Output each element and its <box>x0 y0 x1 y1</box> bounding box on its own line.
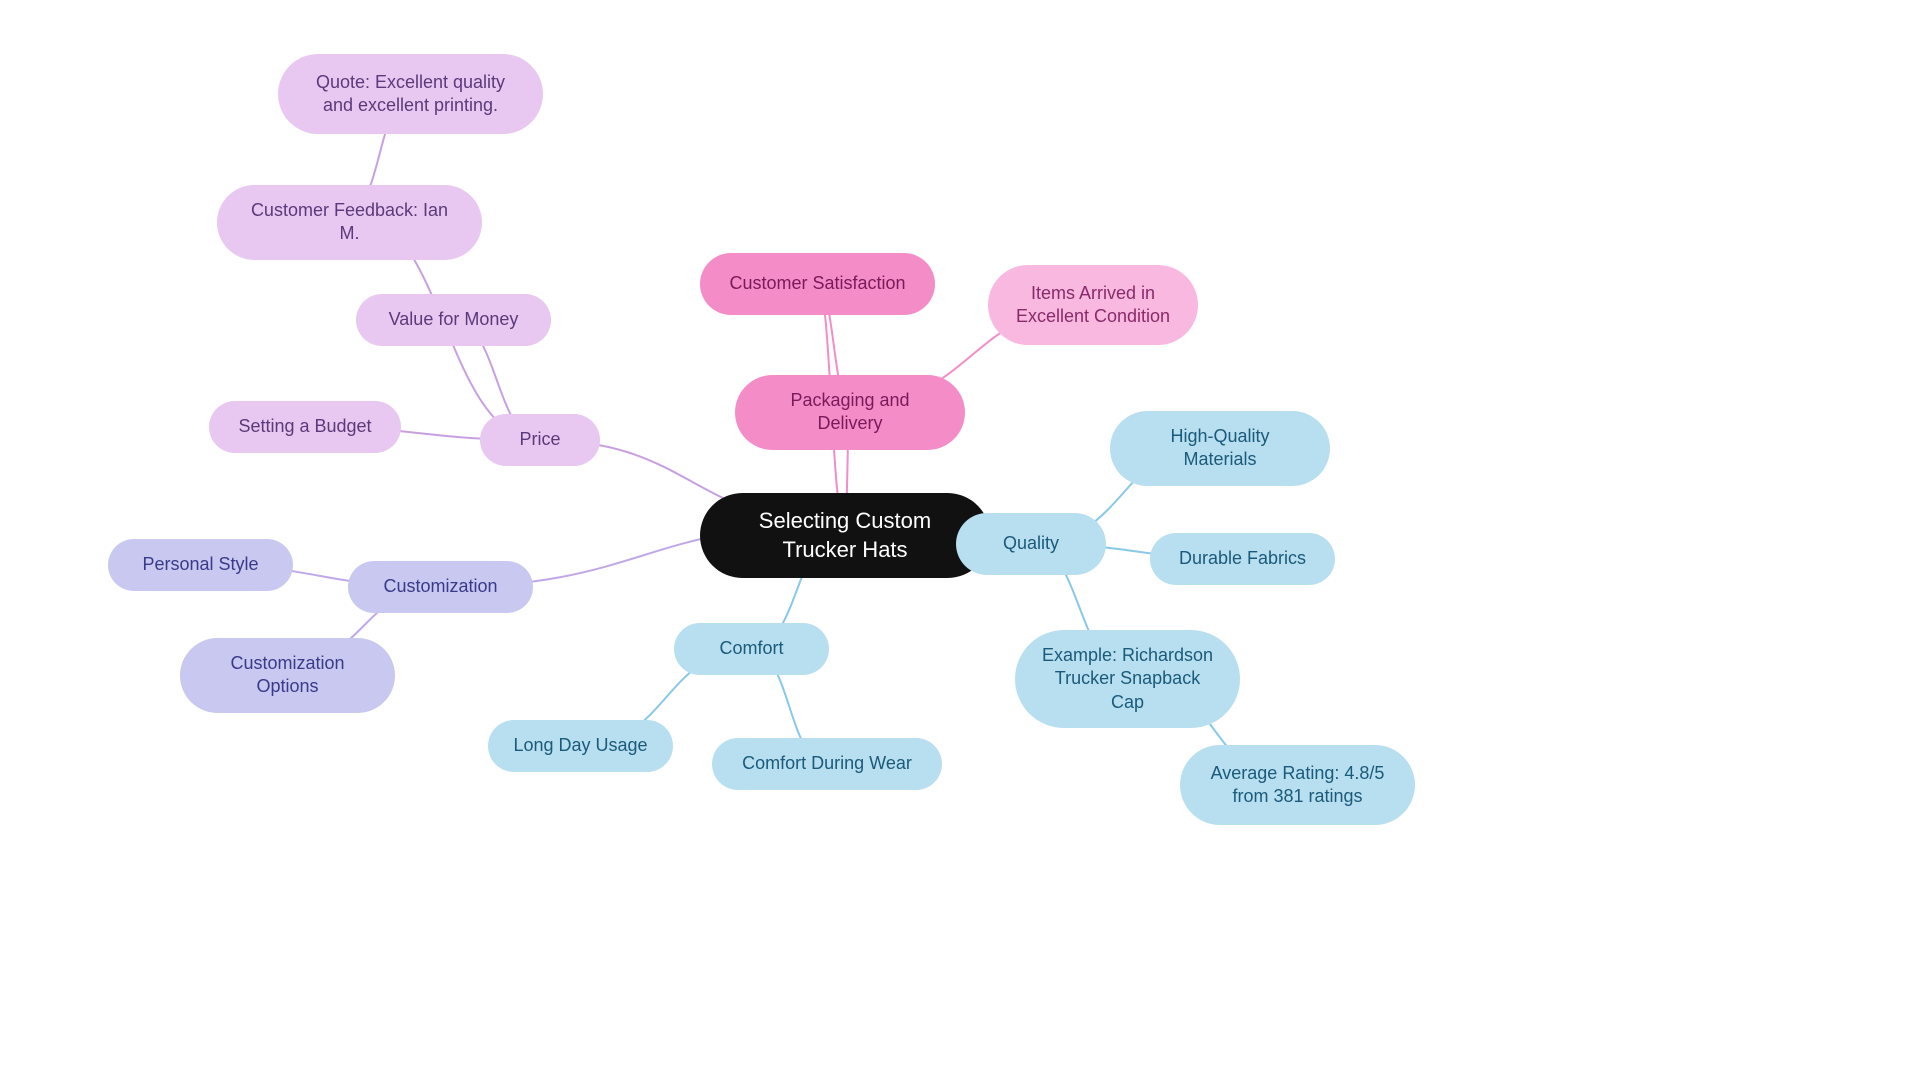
node-example_richardson: Example: Richardson Trucker Snapback Cap <box>1015 630 1240 728</box>
node-value_for_money: Value for Money <box>356 294 551 346</box>
node-items_arrived: Items Arrived in Excellent Condition <box>988 265 1198 345</box>
node-customization: Customization <box>348 561 533 613</box>
node-comfort_during_wear: Comfort During Wear <box>712 738 942 790</box>
node-quote: Quote: Excellent quality and excellent p… <box>278 54 543 134</box>
node-price: Price <box>480 414 600 466</box>
node-packaging_delivery: Packaging and Delivery <box>735 375 965 450</box>
node-customer_feedback: Customer Feedback: Ian M. <box>217 185 482 260</box>
node-long_day_usage: Long Day Usage <box>488 720 673 772</box>
node-customer_satisfaction: Customer Satisfaction <box>700 253 935 315</box>
node-setting_budget: Setting a Budget <box>209 401 401 453</box>
node-high_quality: High-Quality Materials <box>1110 411 1330 486</box>
node-durable_fabrics: Durable Fabrics <box>1150 533 1335 585</box>
node-average_rating: Average Rating: 4.8/5 from 381 ratings <box>1180 745 1415 825</box>
node-comfort: Comfort <box>674 623 829 675</box>
node-customization_options: Customization Options <box>180 638 395 713</box>
node-personal_style: Personal Style <box>108 539 293 591</box>
node-center: Selecting Custom Trucker Hats <box>700 493 990 578</box>
node-quality: Quality <box>956 513 1106 575</box>
mind-map: Selecting Custom Trucker Hats Quote: Exce… <box>0 0 1920 1083</box>
